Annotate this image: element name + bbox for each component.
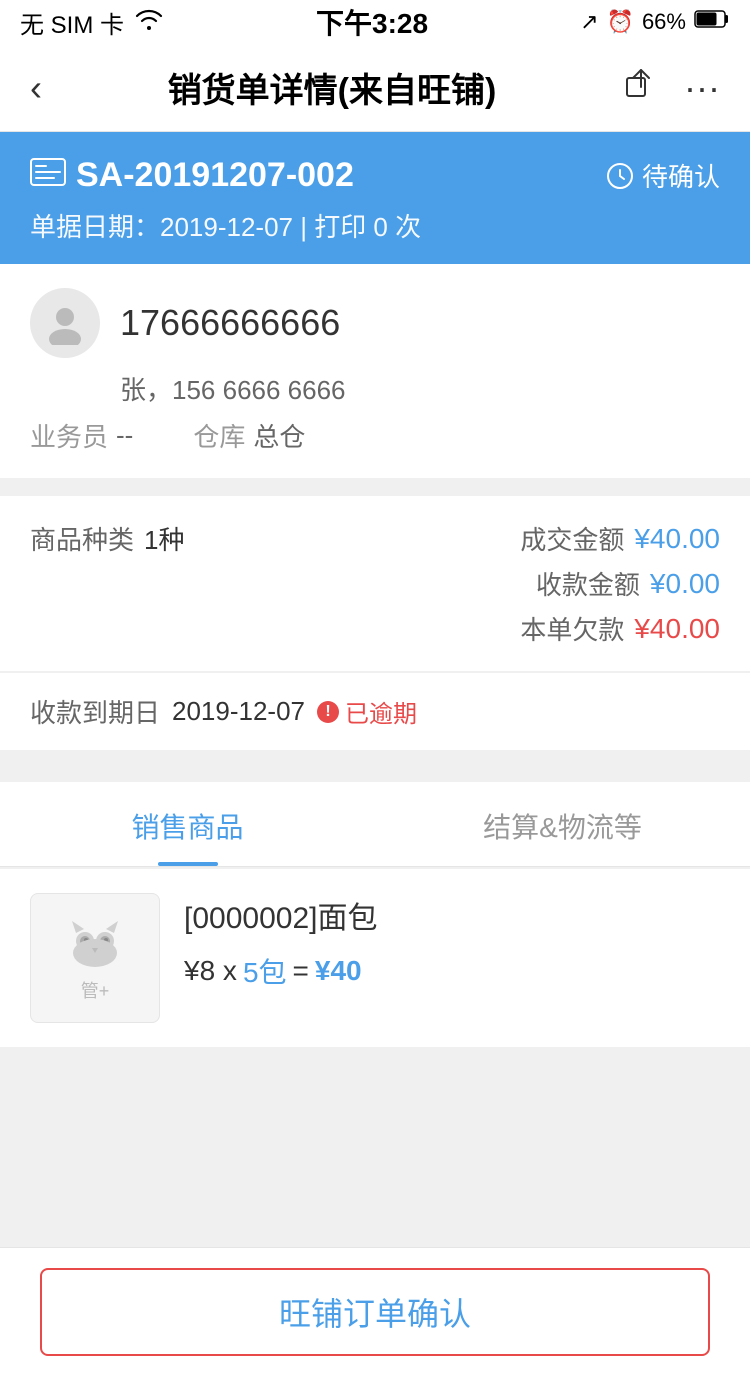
order-number: SA-20191207-002 — [30, 156, 354, 195]
receipt-value: ¥0.00 — [650, 568, 720, 600]
avatar — [30, 288, 100, 358]
warehouse-label: 仓库 — [193, 417, 245, 454]
battery-icon — [694, 9, 730, 35]
warehouse-value: 总仓 — [253, 417, 305, 454]
transaction-value: ¥40.00 — [634, 523, 720, 555]
product-type-label: 商品种类 — [30, 520, 134, 557]
debt-value: ¥40.00 — [634, 613, 720, 645]
tabs-section: 销售商品 结算&物流等 — [0, 782, 750, 867]
tab-settlement[interactable]: 结算&物流等 — [375, 782, 750, 866]
overdue-badge: ! 已逾期 — [317, 694, 417, 729]
bottom-section: 旺铺订单确认 — [0, 1247, 750, 1376]
order-date: 单据日期：2019-12-07 | 打印 0 次 — [30, 207, 720, 244]
product-info: [0000002]面包 ¥8 x 5包 = ¥40 — [184, 893, 720, 1023]
more-button[interactable]: ··· — [684, 67, 720, 109]
overdue-icon: ! — [317, 701, 339, 723]
debt-label: 本单欠款 — [520, 610, 624, 647]
tabs-row: 销售商品 结算&物流等 — [0, 782, 750, 866]
status-left: 无 SIM 卡 — [20, 5, 164, 40]
customer-name: 张，156 6666 6666 — [30, 370, 720, 407]
nav-left[interactable]: ‹ — [30, 67, 42, 109]
location-icon: ↗ — [580, 9, 598, 35]
order-status: 待确认 — [606, 157, 720, 194]
receipt-label: 收款金额 — [536, 565, 640, 602]
order-icon — [30, 156, 66, 195]
divider-1 — [0, 480, 750, 496]
product-section: 管+ [0000002]面包 ¥8 x 5包 = ¥40 — [0, 869, 750, 1047]
due-date-value: 2019-12-07 — [172, 696, 305, 727]
status-time: 下午3:28 — [316, 2, 428, 42]
overdue-text: 已逾期 — [345, 694, 417, 729]
customer-section: 17666666666 张，156 6666 6666 业务员 -- 仓库 总仓 — [0, 264, 750, 478]
due-label: 收款到期日 — [30, 693, 160, 730]
page-title: 销货单详情(来自旺铺) — [168, 63, 497, 112]
summary-section: 商品种类 1种 成交金额 ¥40.00 收款金额 ¥0.00 本单欠款 ¥40.… — [0, 496, 750, 671]
status-bar: 无 SIM 卡 下午3:28 ↗ ⏰ 66% — [0, 0, 750, 44]
share-icon[interactable] — [622, 65, 660, 110]
wifi-icon — [134, 8, 164, 37]
due-date-section: 收款到期日 2019-12-07 ! 已逾期 — [0, 673, 750, 750]
product-type-value: 1种 — [144, 520, 184, 557]
empty-content-area — [0, 1047, 750, 1247]
transaction-label: 成交金额 — [520, 520, 624, 557]
customer-phone: 17666666666 — [120, 302, 340, 344]
sales-value: -- — [116, 420, 133, 451]
divider-2 — [0, 750, 750, 766]
battery-text: 66% — [642, 9, 686, 35]
status-right: ↗ ⏰ 66% — [580, 9, 730, 35]
tab-sales-products[interactable]: 销售商品 — [0, 782, 375, 866]
product-name: [0000002]面包 — [184, 893, 720, 937]
alarm-icon: ⏰ — [607, 9, 634, 35]
price-quantity: 5包 — [243, 951, 287, 991]
product-price: ¥8 x 5包 = ¥40 — [184, 951, 720, 991]
confirm-order-button[interactable]: 旺铺订单确认 — [40, 1268, 710, 1356]
price-equals: = — [293, 955, 309, 987]
nav-bar: ‹ 销货单详情(来自旺铺) ··· — [0, 44, 750, 132]
price-text: ¥8 x — [184, 955, 237, 987]
product-image: 管+ — [30, 893, 160, 1023]
order-header: SA-20191207-002 待确认 单据日期：2019-12-07 | 打印… — [0, 132, 750, 264]
price-total: ¥40 — [315, 955, 362, 987]
back-button[interactable]: ‹ — [30, 67, 42, 109]
customer-meta: 业务员 -- 仓库 总仓 — [30, 417, 720, 454]
product-logo-icon: 管+ — [60, 913, 130, 1003]
carrier-text: 无 SIM 卡 — [20, 5, 124, 40]
nav-right[interactable]: ··· — [622, 65, 720, 110]
sales-label: 业务员 — [30, 417, 108, 454]
